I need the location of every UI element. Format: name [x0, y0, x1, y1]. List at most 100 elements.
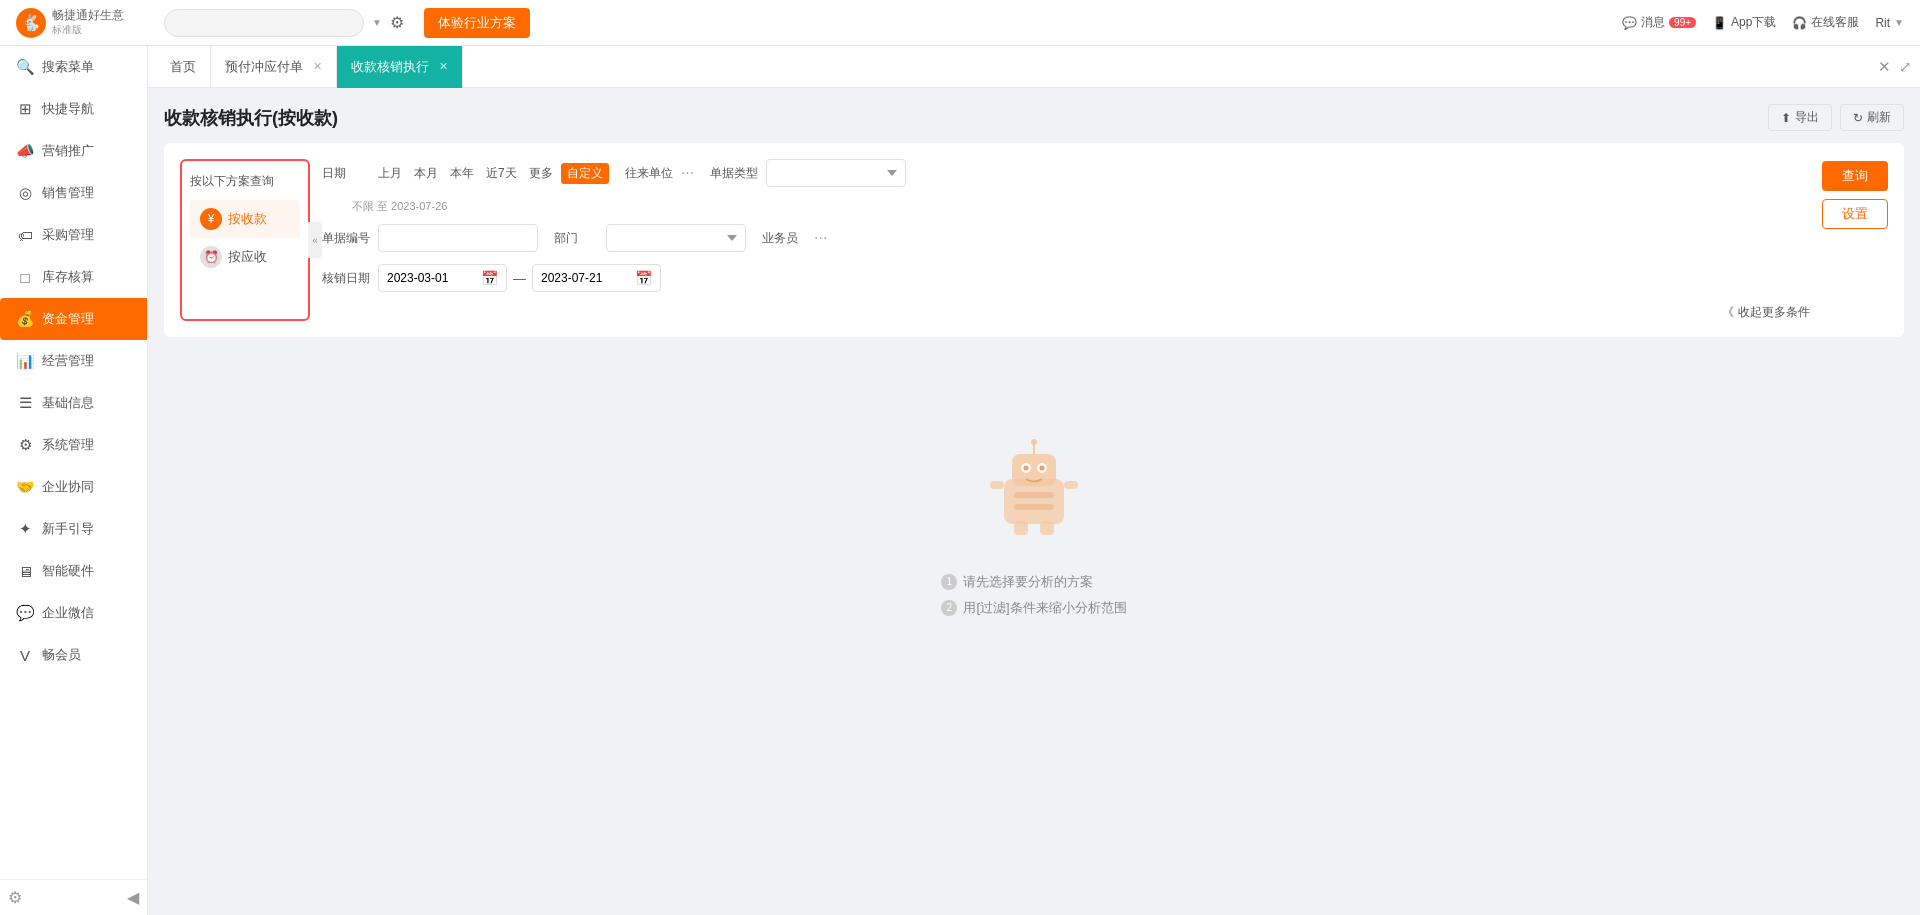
sidebar-label-hardware: 智能硬件 — [42, 562, 94, 580]
date-btn-this-year[interactable]: 本年 — [446, 163, 478, 184]
top-search-input[interactable] — [164, 9, 364, 37]
sidebar-item-sales[interactable]: ◎ 销售管理 — [0, 172, 147, 214]
sidebar-item-search-menu[interactable]: 🔍 搜索菜单 — [0, 46, 147, 88]
refresh-button[interactable]: ↻ 刷新 — [1840, 104, 1904, 131]
sidebar-collapse-button[interactable]: ◀ — [127, 888, 139, 907]
doc-no-input[interactable] — [378, 224, 538, 252]
panel-collapse-button[interactable]: « — [308, 222, 322, 258]
calendar-end-icon[interactable]: 📅 — [635, 270, 652, 286]
sidebar-item-ops[interactable]: 📊 经营管理 — [0, 340, 147, 382]
calendar-start-icon[interactable]: 📅 — [481, 270, 498, 286]
sidebar-item-inventory[interactable]: □ 库存核算 — [0, 256, 147, 298]
filter-option-by-receipt[interactable]: ¥ 按收款 — [190, 200, 300, 238]
sidebar-item-fund[interactable]: 💰 资金管理 — [0, 298, 147, 340]
sidebar-label-search-menu: 搜索菜单 — [42, 58, 94, 76]
export-button[interactable]: ⬆ 导出 — [1768, 104, 1832, 131]
writeoff-end-wrap: 📅 — [532, 264, 661, 292]
sidebar-item-guide[interactable]: ✦ 新手引导 — [0, 508, 147, 550]
doc-type-select[interactable] — [766, 159, 906, 187]
gear-button[interactable]: ⚙ — [390, 13, 404, 32]
staff-input[interactable]: ··· — [814, 229, 827, 247]
page-header: 收款核销执行(按收款) ⬆ 导出 ↻ 刷新 — [164, 104, 1904, 131]
tab-expand-button[interactable]: ⤢ — [1899, 58, 1912, 76]
sidebar-item-wechat[interactable]: 💬 企业微信 — [0, 592, 147, 634]
writeoff-end-input[interactable] — [541, 271, 629, 285]
sidebar-item-system[interactable]: ⚙ 系统管理 — [0, 424, 147, 466]
tab-home[interactable]: 首页 — [156, 46, 211, 88]
message-action[interactable]: 💬 消息 99+ — [1622, 14, 1696, 31]
date-btn-7days[interactable]: 近7天 — [482, 163, 521, 184]
sidebar-label-enterprise: 企业协同 — [42, 478, 94, 496]
date-range-separator: — — [513, 271, 526, 286]
partner-input[interactable]: ··· — [681, 164, 694, 182]
enterprise-icon: 🤝 — [16, 478, 34, 496]
partner-field: 往来单位 ··· — [625, 164, 694, 182]
sidebar-item-basic[interactable]: ☰ 基础信息 — [0, 382, 147, 424]
tab-prepay-close-icon[interactable]: ✕ — [313, 60, 322, 73]
sidebar-item-marketing[interactable]: 📣 营销推广 — [0, 130, 147, 172]
empty-tips: 1 请先选择要分析的方案 2 用[过滤]条件来缩小分析范围 — [941, 569, 1126, 621]
writeoff-date-field: 核销日期 📅 — 📅 — [322, 264, 661, 292]
phone-icon: 📱 — [1712, 16, 1727, 30]
filter-options-panel: 按以下方案查询 ¥ 按收款 ⏰ 按应收 « — [180, 159, 310, 321]
page-actions: ⬆ 导出 ↻ 刷新 — [1768, 104, 1904, 131]
chevron-down-icon: ▼ — [372, 17, 382, 28]
app-name: 畅捷通好生意 — [52, 8, 124, 22]
app-download-label: App下载 — [1731, 14, 1776, 31]
dept-select[interactable] — [606, 224, 746, 252]
filter-panel: 按以下方案查询 ¥ 按收款 ⏰ 按应收 « — [164, 143, 1904, 337]
set-button[interactable]: 设置 — [1822, 199, 1888, 229]
sales-icon: ◎ — [16, 184, 34, 202]
page-content: 收款核销执行(按收款) ⬆ 导出 ↻ 刷新 按以下方案查询 ¥ 按收款 — [148, 88, 1920, 915]
writeoff-start-input[interactable] — [387, 271, 475, 285]
logo-text-wrap: 畅捷通好生意 标准版 — [52, 8, 124, 36]
sidebar-label-member: 畅会员 — [42, 646, 81, 664]
tab-writeoff-close-icon[interactable]: ✕ — [439, 60, 448, 73]
sidebar-item-enterprise[interactable]: 🤝 企业协同 — [0, 466, 147, 508]
date-btn-custom[interactable]: 自定义 — [561, 163, 609, 184]
tip-num-2: 2 — [941, 600, 957, 616]
query-set-buttons: 查询 设置 — [1822, 159, 1888, 229]
headset-icon: 🎧 — [1792, 16, 1807, 30]
empty-tip-row-1: 1 请先选择要分析的方案 — [941, 569, 1126, 595]
writeoff-date-label: 核销日期 — [322, 270, 370, 287]
message-badge: 99+ — [1669, 17, 1696, 28]
filter-option-by-receivable[interactable]: ⏰ 按应收 — [190, 238, 300, 276]
search-area: ▼ ⚙ — [164, 9, 424, 37]
system-icon: ⚙ — [16, 436, 34, 454]
solution-button[interactable]: 体验行业方案 — [424, 8, 530, 38]
staff-field: 业务员 ··· — [762, 229, 827, 247]
sidebar: 🔍 搜索菜单 ⊞ 快捷导航 📣 营销推广 ◎ 销售管理 🏷 采购管理 □ 库存核… — [0, 46, 148, 915]
page-title: 收款核销执行(按收款) — [164, 106, 338, 130]
marketing-icon: 📣 — [16, 142, 34, 160]
sidebar-item-member[interactable]: V 畅会员 — [0, 634, 147, 676]
tab-home-label: 首页 — [170, 58, 196, 76]
sidebar-label-sales: 销售管理 — [42, 184, 94, 202]
tab-close-all-button[interactable]: ✕ — [1878, 58, 1891, 76]
filter-row-writeoff: 核销日期 📅 — 📅 — [322, 264, 1810, 292]
basic-icon: ☰ — [16, 394, 34, 412]
collapse-more-button[interactable]: 《 收起更多条件 — [1722, 304, 1810, 321]
sidebar-bottom: ⚙ ◀ — [0, 879, 147, 915]
grid-icon: ⊞ — [16, 100, 34, 118]
tab-writeoff[interactable]: 收款核销执行 ✕ — [337, 46, 463, 88]
wechat-icon: 💬 — [16, 604, 34, 622]
sidebar-item-purchase[interactable]: 🏷 采购管理 — [0, 214, 147, 256]
date-field: 日期 上月 本月 本年 近7天 更多 自定义 — [322, 163, 609, 184]
doc-no-field: 单据编号 — [322, 224, 538, 252]
filter-row-date: 日期 上月 本月 本年 近7天 更多 自定义 — [322, 159, 1810, 187]
app-download-action[interactable]: 📱 App下载 — [1712, 14, 1776, 31]
date-btn-this-month[interactable]: 本月 — [410, 163, 442, 184]
query-button[interactable]: 查询 — [1822, 161, 1888, 191]
tab-prepay[interactable]: 预付冲应付单 ✕ — [211, 46, 337, 88]
date-btn-more[interactable]: 更多 — [525, 163, 557, 184]
date-btn-last-month[interactable]: 上月 — [374, 163, 406, 184]
sidebar-settings-button[interactable]: ⚙ — [8, 888, 22, 907]
app-logo: 🐇 畅捷通好生意 标准版 — [16, 8, 164, 38]
sidebar-item-hardware[interactable]: 🖥 智能硬件 — [0, 550, 147, 592]
online-service-action[interactable]: 🎧 在线客服 — [1792, 14, 1859, 31]
svg-rect-10 — [1014, 492, 1054, 498]
user-action[interactable]: Rit ▼ — [1875, 16, 1904, 30]
partner-label: 往来单位 — [625, 165, 673, 182]
sidebar-item-quick-nav[interactable]: ⊞ 快捷导航 — [0, 88, 147, 130]
